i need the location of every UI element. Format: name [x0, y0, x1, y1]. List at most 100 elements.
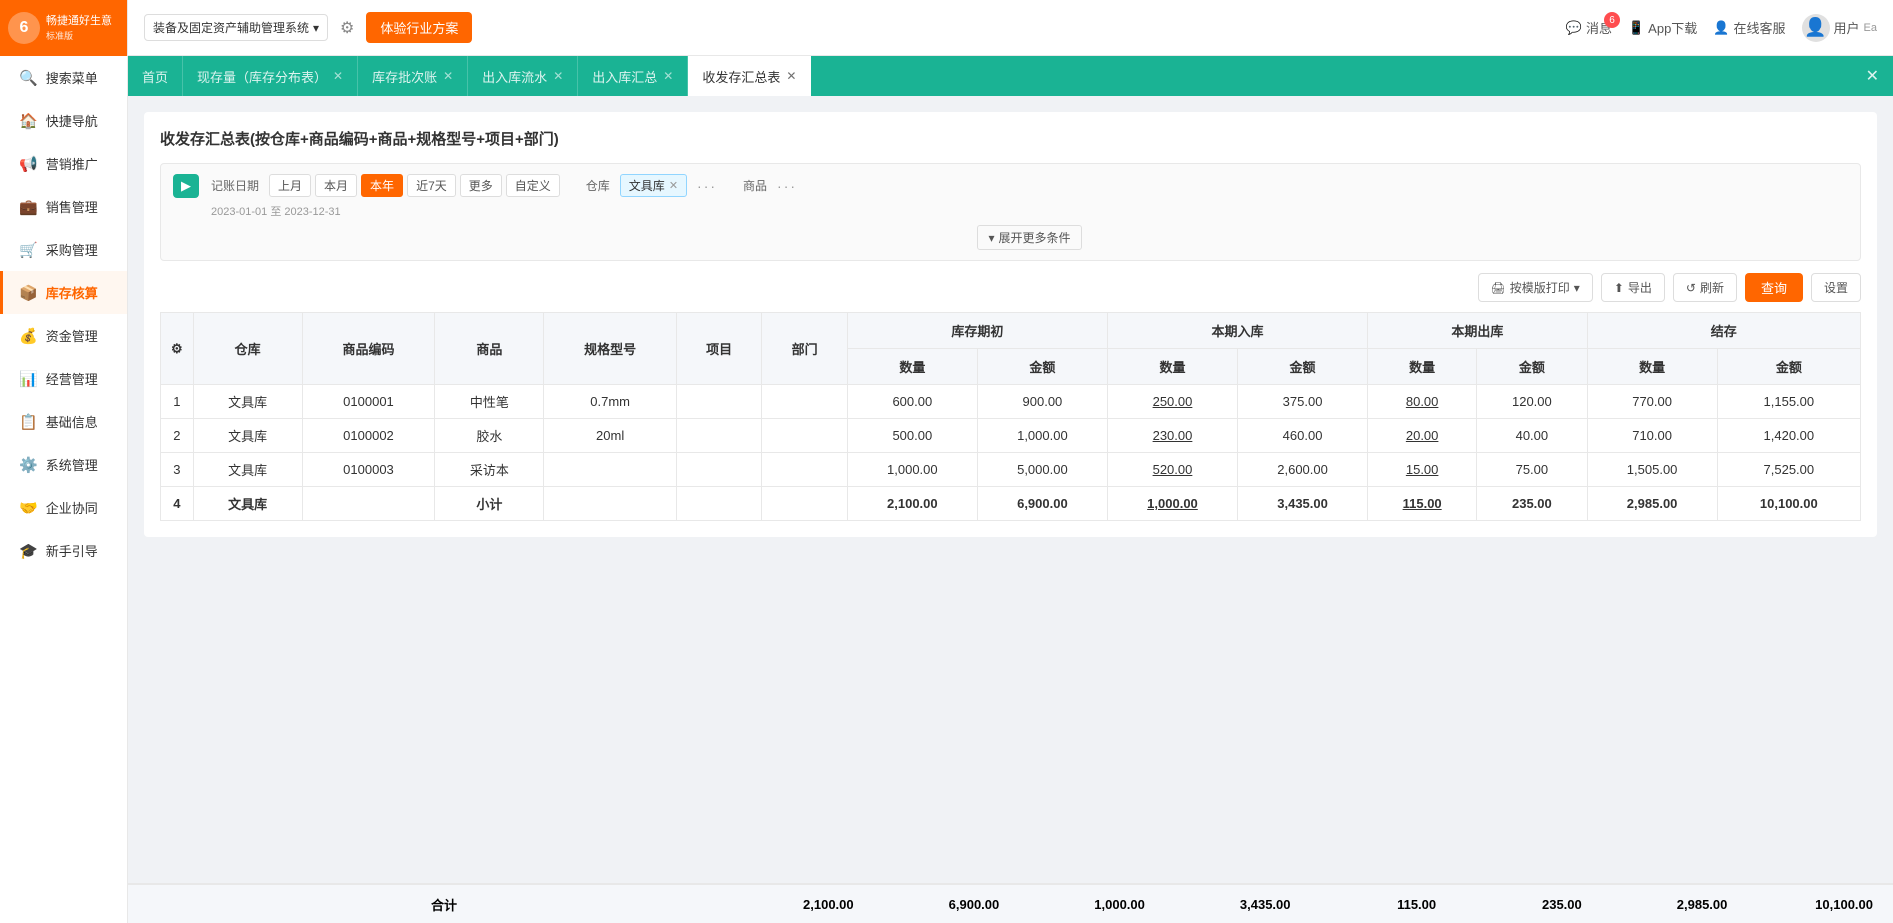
- sidebar-item-search[interactable]: 🔍搜索菜单: [0, 56, 127, 99]
- out-qty-cell[interactable]: 20.00: [1368, 419, 1477, 453]
- sub-out-qty: 数量: [1368, 349, 1477, 385]
- tab-receive-summary[interactable]: 收发存汇总表✕: [688, 56, 811, 96]
- nav-icon-quick-nav: 🏠: [19, 112, 38, 130]
- in-qty-cell[interactable]: 250.00: [1107, 385, 1237, 419]
- sidebar-logo: 6 畅捷通好生意 标准版: [0, 0, 127, 56]
- chevron-down-icon: ▾: [1574, 281, 1580, 295]
- in-qty-cell[interactable]: 230.00: [1107, 419, 1237, 453]
- message-icon: 💬: [1566, 20, 1582, 36]
- sub-open-qty: 数量: [847, 349, 977, 385]
- footer-total-label: 合计: [170, 895, 718, 914]
- sidebar-item-operations[interactable]: 📊经营管理: [0, 357, 127, 400]
- filter-toggle-button[interactable]: ▶: [173, 174, 199, 198]
- spec-cell: [544, 453, 677, 487]
- refresh-button[interactable]: ↺ 刷新: [1673, 273, 1737, 302]
- out-amt-cell: 120.00: [1477, 385, 1587, 419]
- sidebar-item-sales[interactable]: 💼销售管理: [0, 185, 127, 228]
- date-btn-this-month[interactable]: 本月: [315, 174, 357, 197]
- footer-close-qty: 2,985.00: [1592, 897, 1738, 912]
- nav-icon-basic-info: 📋: [19, 413, 38, 431]
- tab-close-inout-flow[interactable]: ✕: [553, 69, 563, 83]
- spec-cell: 0.7mm: [544, 385, 677, 419]
- dept-cell: [762, 419, 847, 453]
- tab-close-stock-dist[interactable]: ✕: [333, 69, 343, 83]
- table-toolbar: 🖨 按模版打印 ▾ ⬆ 导出 ↺ 刷新 查询 设置: [160, 273, 1861, 302]
- online-service-button[interactable]: 👤 在线客服: [1713, 18, 1785, 37]
- main-content: 收发存汇总表(按仓库+商品编码+商品+规格型号+项目+部门) ▶ 记账日期 上月…: [128, 96, 1893, 923]
- sidebar-item-purchase[interactable]: 🛒采购管理: [0, 228, 127, 271]
- sidebar-item-basic-info[interactable]: 📋基础信息: [0, 400, 127, 443]
- nav-icon-system: ⚙️: [19, 456, 38, 474]
- table-row: 2文具库0100002胶水20ml500.001,000.00230.00460…: [161, 419, 1861, 453]
- export-button[interactable]: ⬆ 导出: [1601, 273, 1665, 302]
- close-amt-cell: 10,100.00: [1717, 487, 1860, 521]
- tab-close-batch[interactable]: ✕: [443, 69, 453, 83]
- goods-cell: 中性笔: [435, 385, 544, 419]
- project-cell: [676, 453, 761, 487]
- experience-button[interactable]: 体验行业方案: [366, 12, 472, 43]
- close-amt-cell: 1,420.00: [1717, 419, 1860, 453]
- tab-close-receive-summary[interactable]: ✕: [786, 69, 796, 83]
- nav-icon-finance: 💰: [19, 327, 38, 345]
- spec-cell: 20ml: [544, 419, 677, 453]
- out-qty-cell: 115.00: [1368, 487, 1477, 521]
- date-btn-7days[interactable]: 近7天: [407, 174, 456, 197]
- date-btn-more[interactable]: 更多: [460, 174, 502, 197]
- warehouse-more-button[interactable]: ···: [697, 178, 717, 194]
- date-shortcuts: 上月 本月 本年 近7天 更多 自定义: [269, 174, 560, 197]
- tab-inout-flow[interactable]: 出入库流水✕: [468, 56, 578, 96]
- footer-open-qty: 2,100.00: [718, 897, 864, 912]
- code-cell: 0100002: [302, 419, 435, 453]
- out-qty-cell[interactable]: 15.00: [1368, 453, 1477, 487]
- expand-conditions-button[interactable]: ▾ 展开更多条件: [977, 225, 1081, 250]
- system-selector[interactable]: 装备及固定资产辅助管理系统 ▾: [144, 14, 328, 41]
- footer-total-bar: 合计 2,100.00 6,900.00 1,000.00 3,435.00 1…: [128, 883, 1893, 923]
- goods-cell: 采访本: [435, 453, 544, 487]
- sidebar-item-newbie[interactable]: 🎓新手引导: [0, 529, 127, 572]
- row-settings: 3: [161, 453, 194, 487]
- sidebar-item-finance[interactable]: 💰资金管理: [0, 314, 127, 357]
- sidebar-item-system[interactable]: ⚙️系统管理: [0, 443, 127, 486]
- nav-icon-search: 🔍: [19, 69, 38, 87]
- print-button[interactable]: 🖨 按模版打印 ▾: [1478, 273, 1593, 302]
- sidebar-item-inventory[interactable]: 📦库存核算: [0, 271, 127, 314]
- nav-icon-enterprise: 🤝: [19, 499, 38, 517]
- open-amt-cell: 5,000.00: [977, 453, 1107, 487]
- in-qty-cell[interactable]: 520.00: [1107, 453, 1237, 487]
- gear-icon[interactable]: ⚙: [340, 18, 354, 38]
- col-dept-header: 部门: [762, 313, 847, 385]
- goods-more-button[interactable]: ···: [777, 178, 797, 194]
- app-download-button[interactable]: 📱 App下载: [1628, 18, 1697, 37]
- sub-close-amt: 金额: [1717, 349, 1860, 385]
- top-header: 装备及固定资产辅助管理系统 ▾ ⚙ 体验行业方案 💬 消息 6 📱 App下载 …: [128, 0, 1893, 56]
- close-all-tabs-button[interactable]: ✕: [1852, 66, 1893, 86]
- settings-button[interactable]: 设置: [1811, 273, 1861, 302]
- close-qty-cell: 710.00: [1587, 419, 1717, 453]
- tab-batch[interactable]: 库存批次账✕: [358, 56, 468, 96]
- user-button[interactable]: 👤 用户 Ea: [1802, 14, 1877, 42]
- out-qty-cell[interactable]: 80.00: [1368, 385, 1477, 419]
- tab-close-inout-summary[interactable]: ✕: [663, 69, 673, 83]
- date-btn-last-month[interactable]: 上月: [269, 174, 311, 197]
- warehouse-tag-close-button[interactable]: ✕: [669, 179, 678, 192]
- sidebar-item-enterprise[interactable]: 🤝企业协同: [0, 486, 127, 529]
- query-button[interactable]: 查询: [1745, 273, 1803, 302]
- close-qty-cell: 2,985.00: [1587, 487, 1717, 521]
- date-btn-custom[interactable]: 自定义: [506, 174, 560, 197]
- tab-home[interactable]: 首页: [128, 56, 183, 96]
- dept-cell: [762, 453, 847, 487]
- table-row: 1文具库0100001中性笔0.7mm600.00900.00250.00375…: [161, 385, 1861, 419]
- tab-stock-dist[interactable]: 现存量（库存分布表）✕: [183, 56, 358, 96]
- date-btn-this-year[interactable]: 本年: [361, 174, 403, 197]
- warehouse-cell: 文具库: [193, 419, 302, 453]
- row-settings: 1: [161, 385, 194, 419]
- phone-icon: 📱: [1628, 20, 1644, 36]
- goods-label: 商品: [743, 177, 767, 194]
- sidebar-item-quick-nav[interactable]: 🏠快捷导航: [0, 99, 127, 142]
- system-title: 装备及固定资产辅助管理系统: [153, 19, 309, 36]
- close-qty-cell: 770.00: [1587, 385, 1717, 419]
- sidebar-item-marketing[interactable]: 📢营销推广: [0, 142, 127, 185]
- messages-button[interactable]: 💬 消息 6: [1566, 18, 1612, 37]
- col-settings[interactable]: ⚙: [161, 313, 194, 385]
- tab-inout-summary[interactable]: 出入库汇总✕: [578, 56, 688, 96]
